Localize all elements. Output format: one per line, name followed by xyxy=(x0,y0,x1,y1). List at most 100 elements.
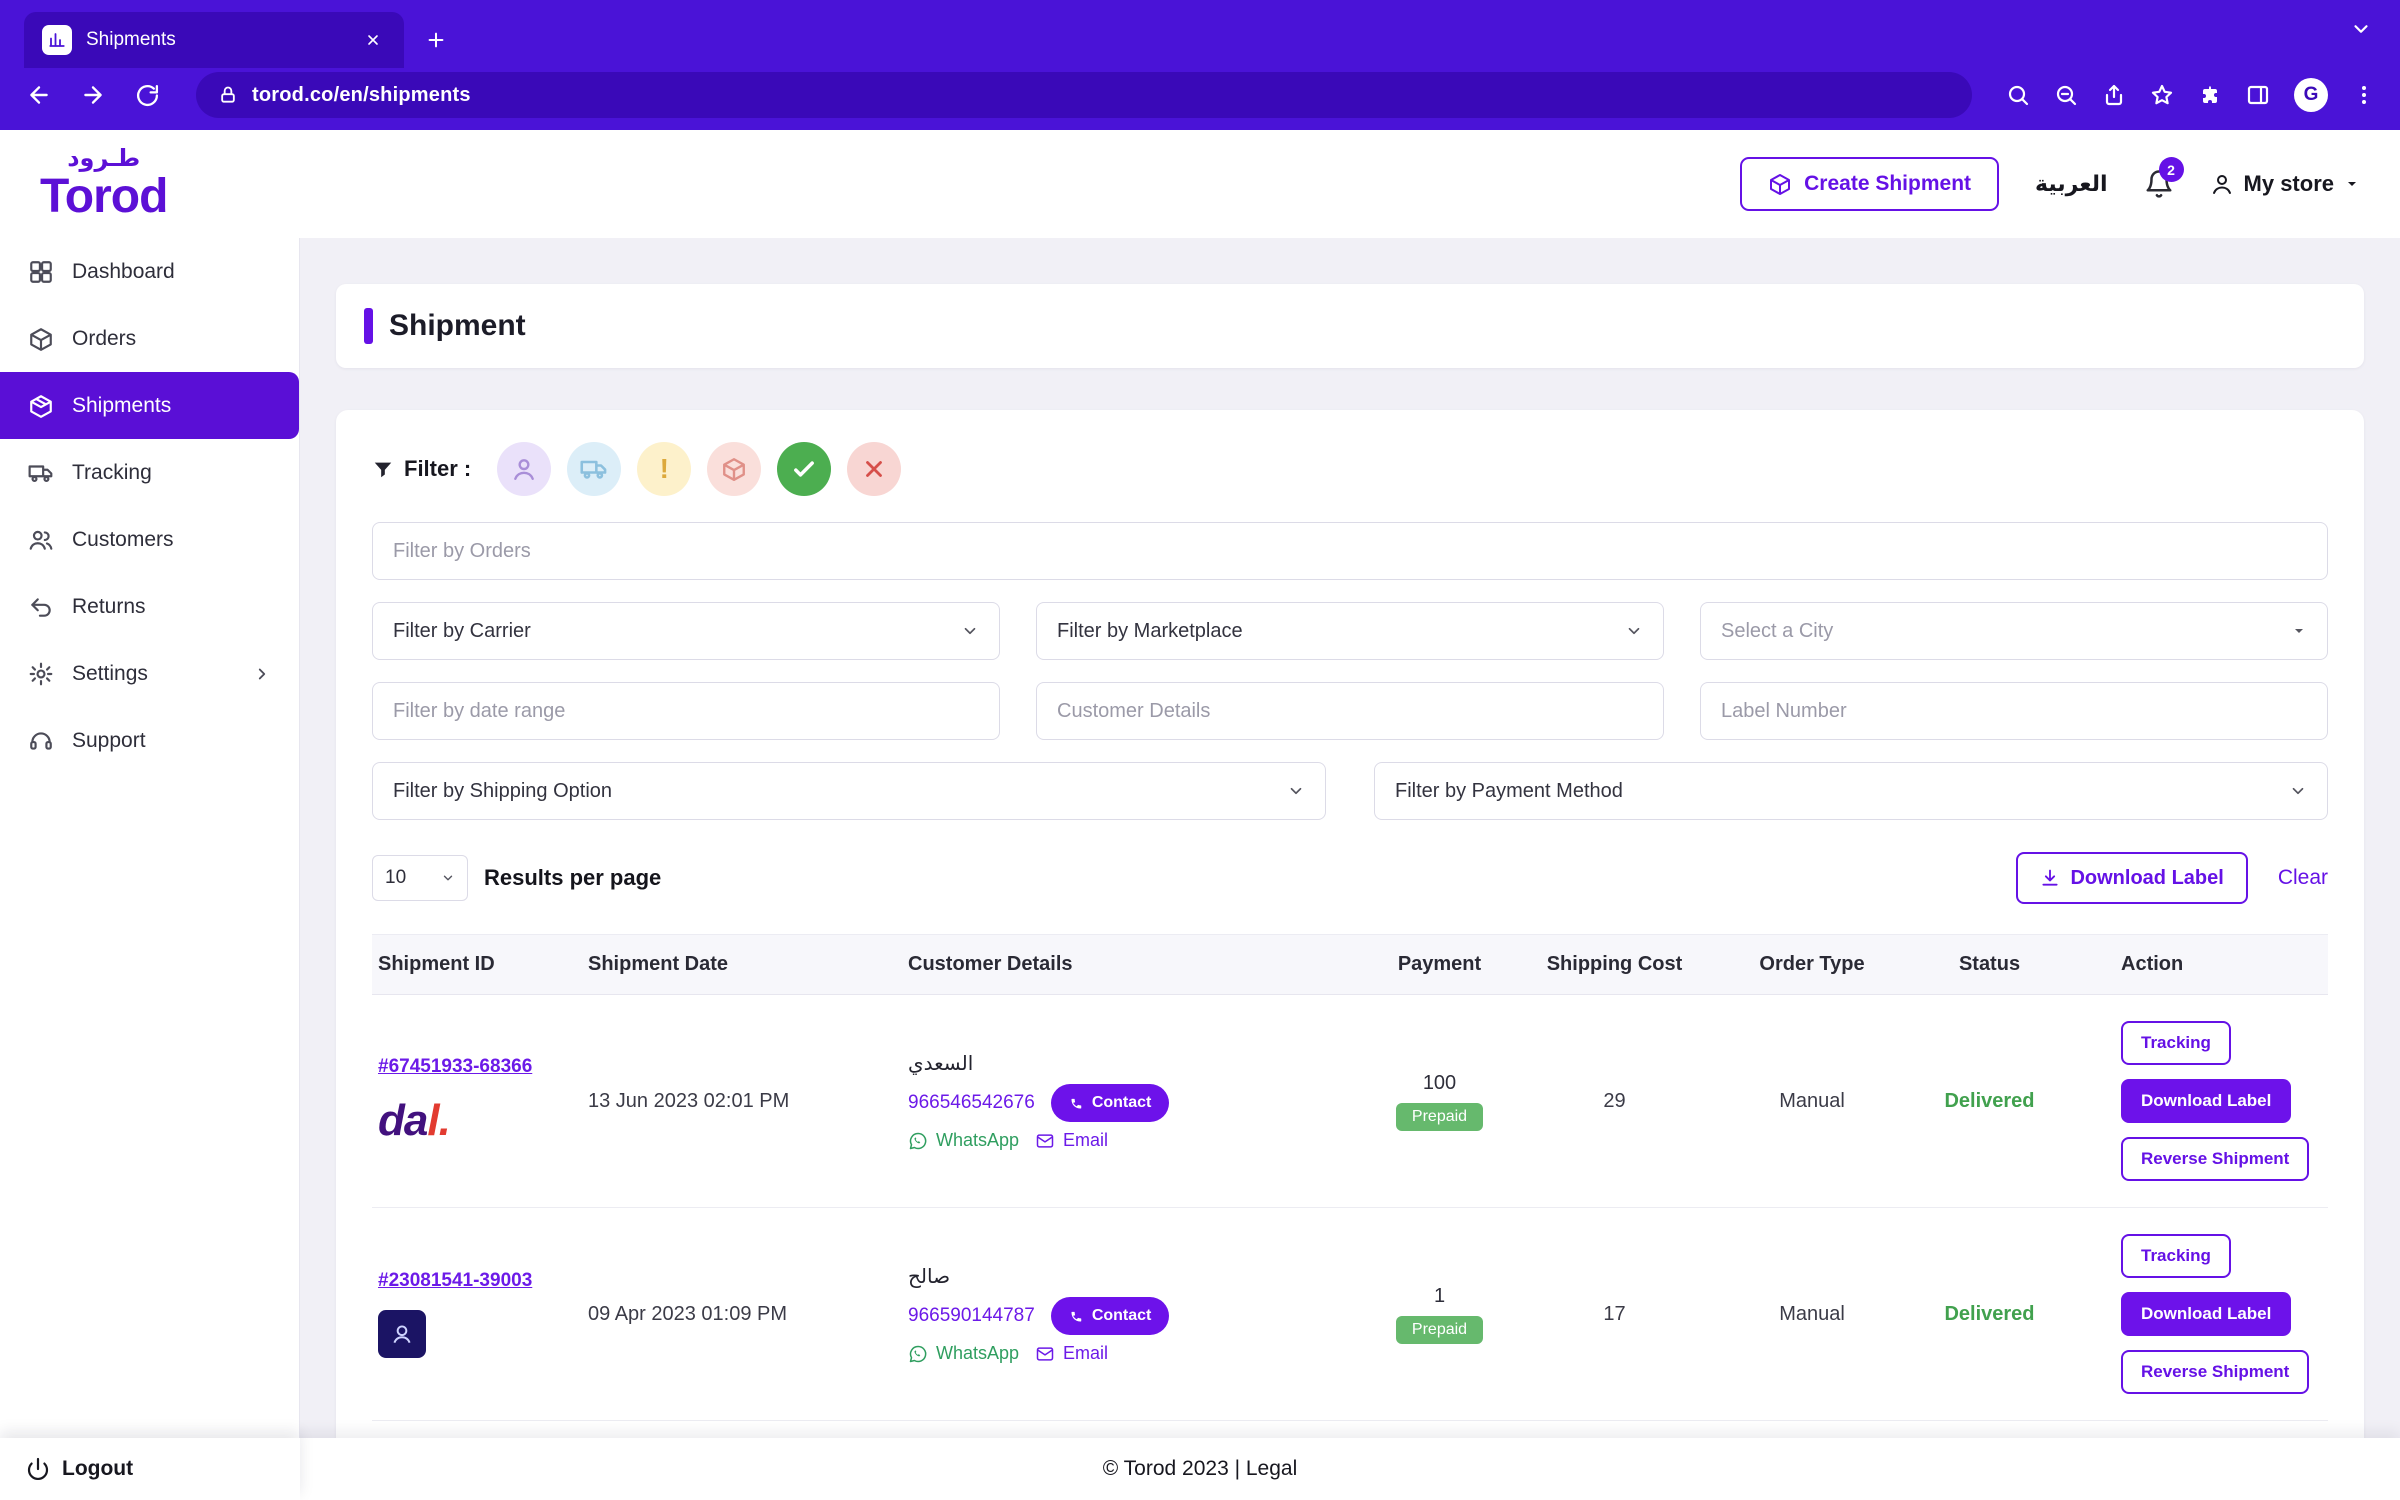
customer-name: السعدي xyxy=(908,1053,974,1075)
shipment-date: 09 Apr 2023 01:09 PM xyxy=(588,1302,788,1325)
title-accent-bar xyxy=(364,308,373,344)
city-filter-select[interactable]: Select a City xyxy=(1700,602,2328,660)
sidebar: Dashboard Orders Shipments Tracking Cust… xyxy=(0,238,300,1500)
column-header: Shipping Cost xyxy=(1546,953,1683,975)
store-logo: dal. xyxy=(378,1096,451,1145)
profile-avatar[interactable]: G xyxy=(2294,78,2328,112)
sidebar-item-customers[interactable]: Customers xyxy=(0,506,299,573)
sidebar-item-settings[interactable]: Settings xyxy=(0,640,299,707)
download-label-button[interactable]: Download Label xyxy=(2016,852,2248,904)
customer-phone-link[interactable]: 966546542676 xyxy=(908,1092,1035,1114)
label-number-filter-input[interactable] xyxy=(1700,682,2328,740)
alert-filter-icon[interactable]: ! xyxy=(637,442,692,496)
torod-logo[interactable]: طـرود Torod xyxy=(40,147,168,223)
sidebar-item-shipments[interactable]: Shipments xyxy=(0,372,299,439)
app-header: طـرود Torod Create Shipment العربية 2 My… xyxy=(0,130,2400,238)
carrier-filter-select[interactable]: Filter by Carrier xyxy=(372,602,1000,660)
results-per-page-select[interactable]: 10 xyxy=(372,855,468,901)
date-range-filter-input[interactable] xyxy=(372,682,1000,740)
create-shipment-button[interactable]: Create Shipment xyxy=(1740,157,2000,211)
marketplace-filter-select[interactable]: Filter by Marketplace xyxy=(1036,602,1664,660)
side-panel-icon[interactable] xyxy=(2246,83,2270,107)
payment-method-filter-select[interactable]: Filter by Payment Method xyxy=(1374,762,2328,820)
forward-icon[interactable] xyxy=(78,80,108,110)
share-icon[interactable] xyxy=(2102,83,2126,107)
chevron-down-icon xyxy=(2291,623,2307,639)
shipment-date: 13 Jun 2023 02:01 PM xyxy=(588,1089,790,1112)
logout-button[interactable]: Logout xyxy=(0,1438,300,1500)
customer-phone-link[interactable]: 966590144787 xyxy=(908,1305,1035,1327)
tab-strip-chevron-icon[interactable] xyxy=(2350,18,2372,40)
whatsapp-link[interactable]: WhatsApp xyxy=(908,1343,1019,1364)
shipment-id-link[interactable]: #23081541-39003 xyxy=(378,1270,576,1292)
tab-strip: Shipments xyxy=(0,0,2400,68)
lock-icon[interactable] xyxy=(218,85,238,105)
email-link[interactable]: Email xyxy=(1035,1130,1108,1151)
chevron-down-icon xyxy=(2344,176,2360,192)
footer-text: © Torod 2023 | Legal xyxy=(1102,1457,1298,1480)
returned-filter-icon[interactable] xyxy=(707,442,762,496)
store-menu[interactable]: My store xyxy=(2210,171,2360,197)
sidebar-item-orders[interactable]: Orders xyxy=(0,305,299,372)
settings-gear-icon xyxy=(28,661,54,687)
orders-filter-input[interactable] xyxy=(372,522,2328,580)
browser-tab[interactable]: Shipments xyxy=(24,12,404,68)
tab-favicon-icon xyxy=(42,25,72,55)
new-tab-button[interactable] xyxy=(416,20,456,60)
orders-icon xyxy=(28,326,54,352)
sidebar-item-returns[interactable]: Returns xyxy=(0,573,299,640)
sidebar-item-support[interactable]: Support xyxy=(0,707,299,774)
shipment-filter-icon[interactable] xyxy=(497,442,552,496)
notifications-button[interactable]: 2 xyxy=(2144,157,2184,199)
contact-button[interactable]: Contact xyxy=(1050,1297,1170,1335)
filter-label-group: Filter : xyxy=(372,456,471,482)
sidebar-item-label: Settings xyxy=(72,661,148,685)
clear-filters-link[interactable]: Clear xyxy=(2278,866,2328,890)
support-headset-icon xyxy=(28,728,54,754)
tracking-button[interactable]: Tracking xyxy=(2121,1234,2231,1278)
url-bar[interactable]: torod.co/en/shipments xyxy=(196,72,1972,118)
bookmark-star-icon[interactable] xyxy=(2150,83,2174,107)
url-text: torod.co/en/shipments xyxy=(252,83,471,106)
sidebar-item-dashboard[interactable]: Dashboard xyxy=(0,238,299,305)
sidebar-item-tracking[interactable]: Tracking xyxy=(0,439,299,506)
shipping-option-filter-select[interactable]: Filter by Shipping Option xyxy=(372,762,1326,820)
download-label-row-button[interactable]: Download Label xyxy=(2121,1292,2292,1336)
sidebar-item-label: Dashboard xyxy=(72,259,175,283)
email-link[interactable]: Email xyxy=(1035,1343,1108,1364)
sidebar-item-label: Customers xyxy=(72,527,174,551)
shipment-id-link[interactable]: #67451933-68366 xyxy=(378,1056,576,1078)
table-header-row: Shipment ID Shipment Date Customer Detai… xyxy=(372,934,2328,995)
column-header: Shipment Date xyxy=(588,953,729,975)
shipments-table: Shipment ID Shipment Date Customer Detai… xyxy=(372,934,2328,1500)
search-icon[interactable] xyxy=(2006,83,2030,107)
column-header: Status xyxy=(1958,953,2021,975)
create-shipment-label: Create Shipment xyxy=(1804,172,1972,195)
customer-details-filter-input[interactable] xyxy=(1036,682,1664,740)
delivered-filter-icon[interactable] xyxy=(777,442,832,496)
contact-button[interactable]: Contact xyxy=(1050,1084,1170,1122)
status-badge: Delivered xyxy=(1944,1302,2035,1325)
download-label-row-button[interactable]: Download Label xyxy=(2121,1079,2292,1123)
table-row: #67451933-68366 dal. 13 Jun 2023 02:01 P… xyxy=(372,995,2328,1208)
page-title-card: Shipment xyxy=(336,284,2364,368)
transit-filter-icon[interactable] xyxy=(567,442,622,496)
language-switch[interactable]: العربية xyxy=(2035,171,2108,197)
reload-icon[interactable] xyxy=(132,80,162,110)
chevron-down-icon xyxy=(1287,782,1305,800)
extensions-icon[interactable] xyxy=(2198,83,2222,107)
reverse-shipment-button[interactable]: Reverse Shipment xyxy=(2121,1137,2310,1181)
menu-kebab-icon[interactable] xyxy=(2352,83,2376,107)
funnel-icon xyxy=(372,458,394,480)
cancelled-filter-icon[interactable] xyxy=(847,442,902,496)
logo-english-text: Torod xyxy=(40,170,168,223)
back-icon[interactable] xyxy=(24,80,54,110)
whatsapp-link[interactable]: WhatsApp xyxy=(908,1130,1019,1151)
tab-close-icon[interactable] xyxy=(360,27,386,53)
dashboard-icon xyxy=(28,259,54,285)
order-type: Manual xyxy=(1779,1089,1845,1112)
tracking-button[interactable]: Tracking xyxy=(2121,1021,2231,1065)
zoom-out-icon[interactable] xyxy=(2054,83,2078,107)
notification-badge: 2 xyxy=(2158,157,2184,182)
reverse-shipment-button[interactable]: Reverse Shipment xyxy=(2121,1350,2310,1394)
